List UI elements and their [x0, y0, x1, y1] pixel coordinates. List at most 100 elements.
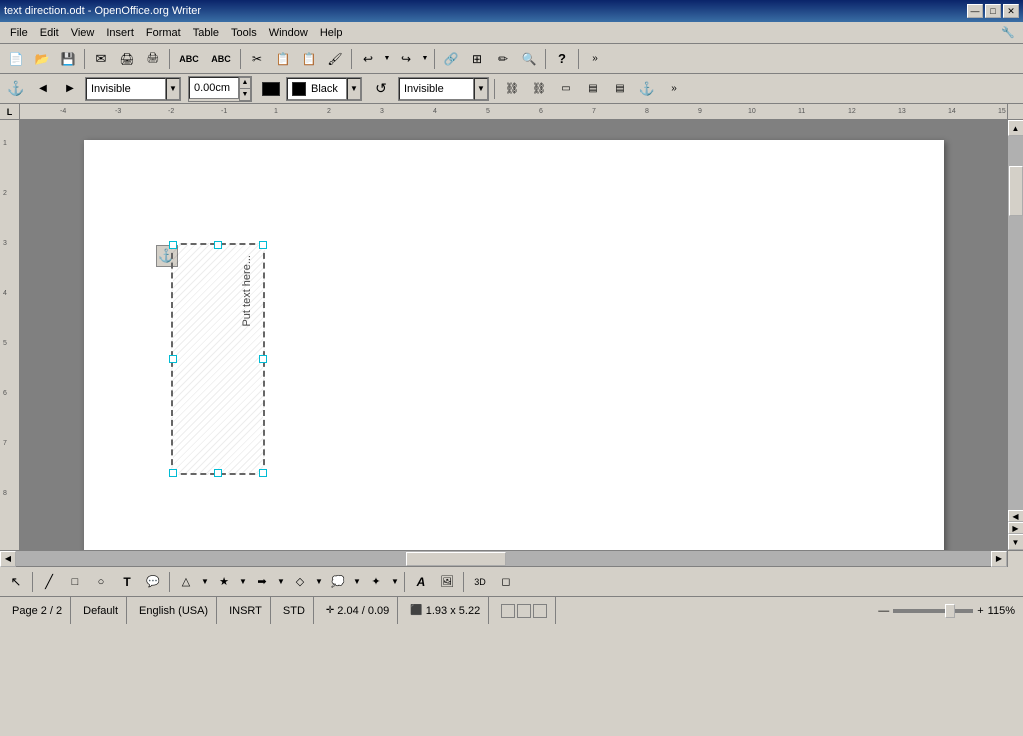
menu-insert[interactable]: Insert: [100, 25, 140, 41]
flowchart-tool[interactable]: ◇: [288, 570, 312, 594]
fontwork-tool[interactable]: A: [409, 570, 433, 594]
zoom-thumb[interactable]: [945, 604, 955, 618]
menu-table[interactable]: Table: [187, 25, 225, 41]
spelling2-button[interactable]: ABC: [206, 47, 236, 71]
print-button[interactable]: 🖨: [141, 47, 165, 71]
basic-shapes-tool[interactable]: △: [174, 570, 198, 594]
maximize-button[interactable]: □: [985, 4, 1001, 18]
extrusion-tool[interactable]: 3D: [468, 570, 492, 594]
anchor-btn[interactable]: ⚓: [635, 77, 659, 101]
close-button[interactable]: ✕: [1003, 4, 1019, 18]
color-select-display[interactable]: Black: [287, 78, 347, 100]
scroll-track-h[interactable]: [16, 551, 991, 566]
view-mode-2[interactable]: [517, 604, 531, 618]
menu-format[interactable]: Format: [140, 25, 187, 41]
menu-edit[interactable]: Edit: [34, 25, 65, 41]
find-button[interactable]: 🔍: [517, 47, 541, 71]
symbol-shapes-arrow[interactable]: ▼: [238, 570, 248, 594]
stars-arrow[interactable]: ▼: [390, 570, 400, 594]
wrap2-button[interactable]: ▤: [581, 77, 605, 101]
spelling-button[interactable]: ABC: [174, 47, 204, 71]
refresh-button[interactable]: ↺: [369, 77, 393, 101]
handle-mid-right[interactable]: [259, 355, 267, 363]
document-canvas[interactable]: ⚓ Put text here...: [20, 120, 1007, 550]
email-button[interactable]: ✉: [89, 47, 113, 71]
open-button[interactable]: 📂: [30, 47, 54, 71]
style-select-wrapper[interactable]: Invisible ▼: [398, 77, 489, 101]
block-arrows-arrow[interactable]: ▼: [276, 570, 286, 594]
minimize-button[interactable]: —: [967, 4, 983, 18]
menu-file[interactable]: File: [4, 25, 34, 41]
shadow-tool[interactable]: ◻: [494, 570, 518, 594]
scroll-left-button[interactable]: ◀: [0, 551, 16, 567]
block-arrows-tool[interactable]: ➡: [250, 570, 274, 594]
cut-button[interactable]: ✂: [245, 47, 269, 71]
view-mode-1[interactable]: [501, 604, 515, 618]
more-tb2[interactable]: »: [662, 77, 686, 101]
handle-top-left[interactable]: [169, 241, 177, 249]
scroll-track-v[interactable]: [1008, 136, 1023, 510]
redo-button[interactable]: ↪: [394, 47, 418, 71]
chain1-button[interactable]: ⛓: [500, 77, 524, 101]
scroll-up-button[interactable]: ▲: [1008, 120, 1023, 136]
width-field-wrapper[interactable]: 0.00cm ▲ ▼: [188, 76, 252, 102]
line-tool[interactable]: ╱: [37, 570, 61, 594]
undo-dropdown[interactable]: ▼: [382, 47, 392, 71]
format-paint-button[interactable]: 🖌: [323, 47, 347, 71]
text-frame[interactable]: Put text here...: [171, 243, 265, 475]
chain2-button[interactable]: ⛓: [527, 77, 551, 101]
table-button[interactable]: ⊞: [465, 47, 489, 71]
scroll-right-button[interactable]: ▶: [991, 551, 1007, 567]
expand-btn2[interactable]: ▶: [1008, 522, 1023, 534]
stars-tool[interactable]: ✦: [364, 570, 388, 594]
wrap3-button[interactable]: ▤: [608, 77, 632, 101]
color-arrow[interactable]: ▼: [347, 78, 361, 100]
view-mode-3[interactable]: [533, 604, 547, 618]
new-button[interactable]: 📄: [4, 47, 28, 71]
zoom-plus-btn[interactable]: +: [977, 605, 983, 617]
handle-mid-left[interactable]: [169, 355, 177, 363]
help-button[interactable]: ?: [550, 47, 574, 71]
rect-tool[interactable]: □: [63, 570, 87, 594]
handle-bottom-left[interactable]: [169, 469, 177, 477]
scroll-down-button[interactable]: ▼: [1008, 534, 1023, 550]
menu-window[interactable]: Window: [263, 25, 314, 41]
wrap1-button[interactable]: ▭: [554, 77, 578, 101]
symbol-shapes-tool[interactable]: ★: [212, 570, 236, 594]
handle-top-right[interactable]: [259, 241, 267, 249]
print-preview-button[interactable]: 🖨: [115, 47, 139, 71]
callouts2-arrow[interactable]: ▼: [352, 570, 362, 594]
anchor-arrow[interactable]: ▼: [166, 78, 180, 100]
width-up[interactable]: ▲: [240, 78, 250, 89]
width-value[interactable]: 0.00cm: [189, 77, 239, 99]
redo-dropdown[interactable]: ▼: [420, 47, 430, 71]
width-down[interactable]: ▼: [240, 89, 250, 100]
hyperlink-button[interactable]: 🔗: [439, 47, 463, 71]
flowchart-arrow[interactable]: ▼: [314, 570, 324, 594]
menu-tools[interactable]: Tools: [225, 25, 263, 41]
style-arrow[interactable]: ▼: [474, 78, 488, 100]
insert-mode-section[interactable]: INSRT: [221, 597, 271, 624]
scroll-thumb-v[interactable]: [1009, 166, 1023, 216]
handle-bottom-center[interactable]: [214, 469, 222, 477]
expand-btn1[interactable]: ◀: [1008, 510, 1023, 522]
copy-button[interactable]: 📋: [271, 47, 295, 71]
frame-next-button[interactable]: ▶: [58, 77, 82, 101]
callouts2-tool[interactable]: 💭: [326, 570, 350, 594]
anchor-select[interactable]: Invisible ▼: [85, 77, 181, 101]
undo-button[interactable]: ↩: [356, 47, 380, 71]
handle-top-center[interactable]: [214, 241, 222, 249]
from-file-tool[interactable]: 🖼: [435, 570, 459, 594]
zoom-minus-btn[interactable]: —: [878, 605, 889, 617]
menu-view[interactable]: View: [65, 25, 101, 41]
save-button[interactable]: 💾: [56, 47, 80, 71]
frame-prev-button[interactable]: ◀: [31, 77, 55, 101]
scroll-thumb-h[interactable]: [406, 552, 506, 566]
callout-tool[interactable]: 💬: [141, 570, 165, 594]
ellipse-tool[interactable]: ○: [89, 570, 113, 594]
more-button[interactable]: »: [583, 47, 607, 71]
paste-button[interactable]: 📋: [297, 47, 321, 71]
select-tool[interactable]: ↖: [4, 570, 28, 594]
menu-help[interactable]: Help: [314, 25, 349, 41]
handle-bottom-right[interactable]: [259, 469, 267, 477]
